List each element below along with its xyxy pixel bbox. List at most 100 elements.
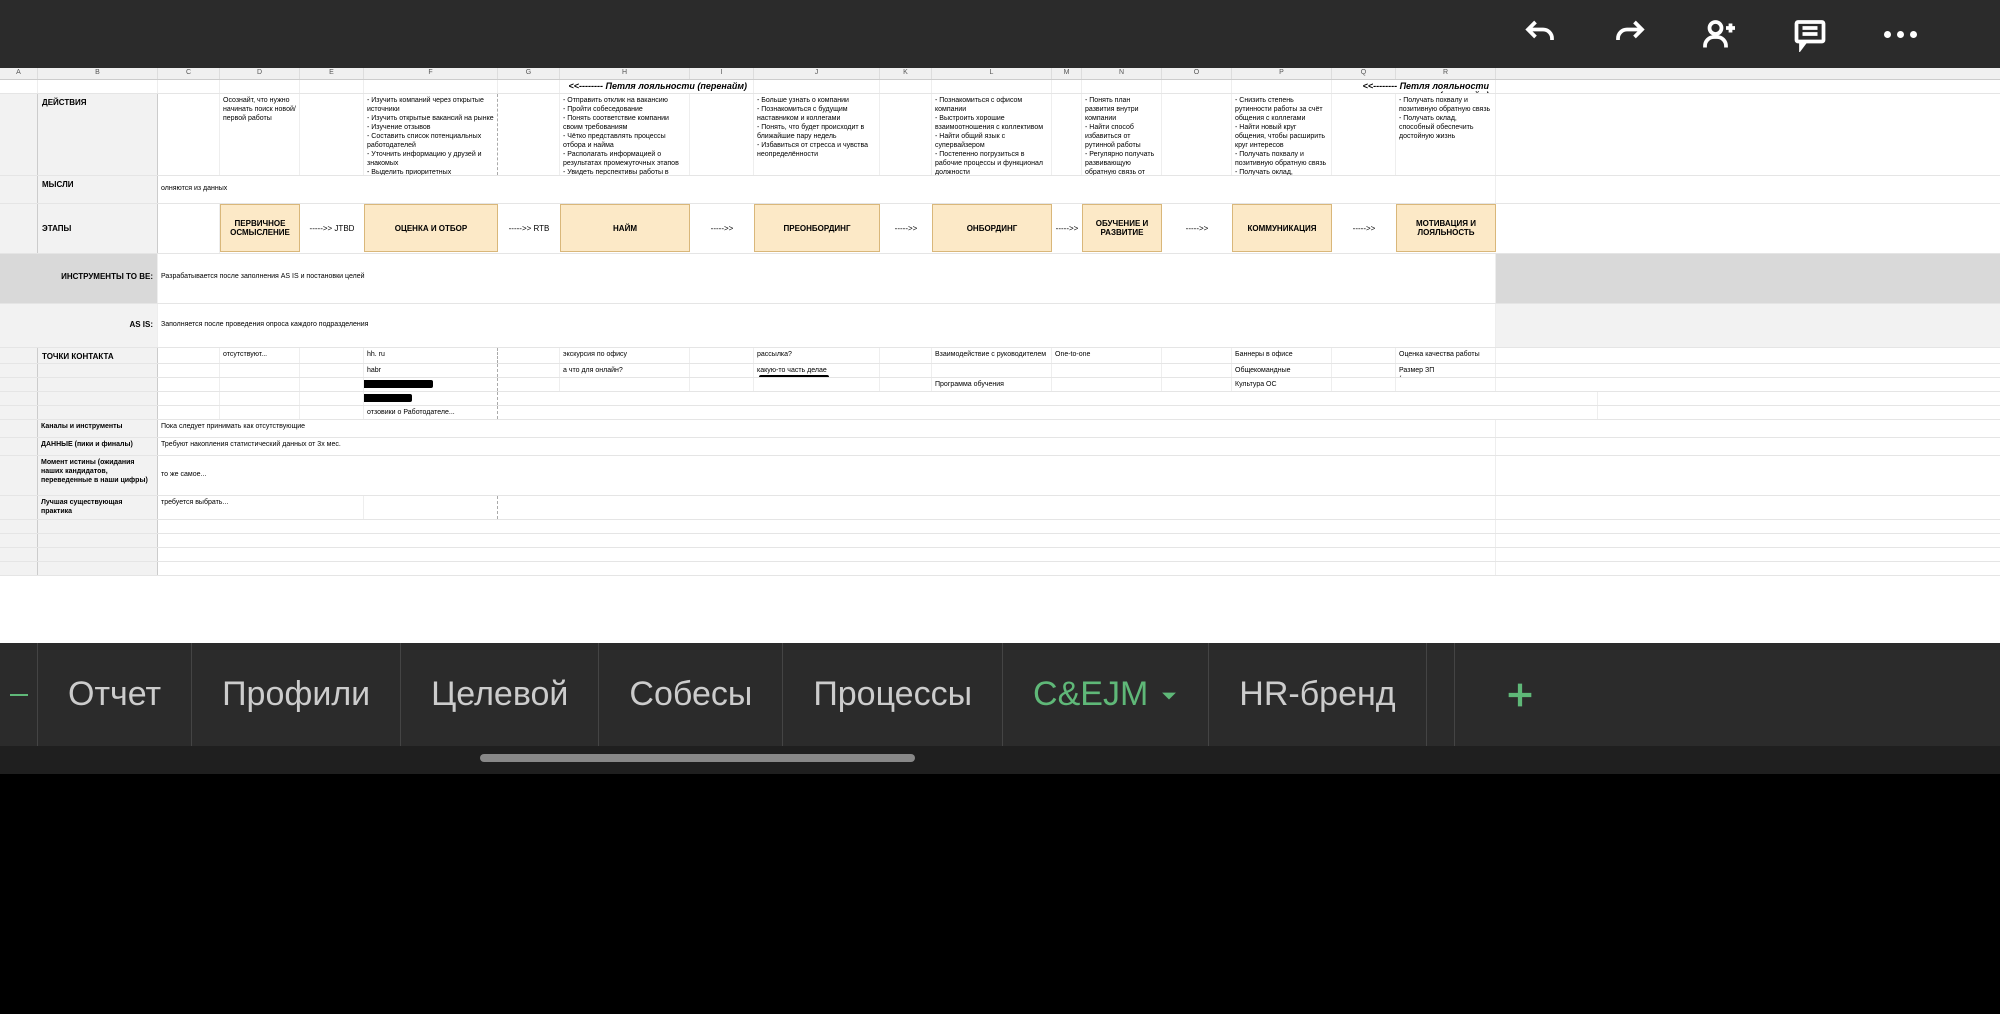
- row-label-best: Лучшая существующая практика: [38, 496, 158, 519]
- scroll-thumb[interactable]: [480, 754, 915, 762]
- cell[interactable]: Взаимодействие с руководителем: [932, 348, 1052, 363]
- col-header[interactable]: A: [0, 68, 38, 79]
- col-header[interactable]: H: [560, 68, 690, 79]
- cell[interactable]: Осознайт, что нужно начинать поиск новой…: [220, 94, 300, 175]
- cell[interactable]: Баннеры в офисе: [1232, 348, 1332, 363]
- comment-button[interactable]: [1790, 14, 1830, 54]
- tab-blank[interactable]: [1427, 643, 1455, 746]
- col-header[interactable]: R: [1396, 68, 1496, 79]
- tab-cejm[interactable]: C&EJM: [1003, 643, 1209, 746]
- more-button[interactable]: [1880, 14, 1920, 54]
- cell[interactable]: Заполняется после проведения опроса кажд…: [158, 304, 1496, 347]
- col-header[interactable]: I: [690, 68, 754, 79]
- cell[interactable]: [364, 392, 498, 405]
- arrow: ----->>: [880, 204, 932, 252]
- cell[interactable]: а что для онлайн?: [560, 364, 690, 377]
- redo-icon: [1612, 16, 1648, 52]
- cell[interactable]: - Познакомиться с офисом компании - Выст…: [932, 94, 1052, 175]
- col-header[interactable]: K: [880, 68, 932, 79]
- col-header[interactable]: O: [1162, 68, 1232, 79]
- cell[interactable]: олняются из данных: [158, 176, 1496, 203]
- row-label-thoughts: МЫСЛИ: [38, 176, 158, 203]
- cell[interactable]: отзовики о Работодателе...: [364, 406, 498, 419]
- col-header[interactable]: J: [754, 68, 880, 79]
- cell[interactable]: habr: [364, 364, 498, 377]
- plus-icon: [1503, 678, 1537, 712]
- tab-hrbrand[interactable]: HR-бренд: [1209, 643, 1426, 746]
- row-label-moment: Момент истины (ожидания наших кандидатов…: [38, 456, 158, 495]
- add-sheet-button[interactable]: [1455, 643, 1585, 746]
- sheet-tabs: Отчет Профили Целевой Собесы Процессы C&…: [0, 643, 2000, 746]
- col-header[interactable]: P: [1232, 68, 1332, 79]
- cell[interactable]: - Снизить степень рутинности работы за с…: [1232, 94, 1332, 175]
- cell[interactable]: Программа обучения: [932, 378, 1052, 391]
- cell[interactable]: Разрабатывается после заполнения AS IS и…: [158, 254, 1496, 303]
- col-header[interactable]: M: [1052, 68, 1082, 79]
- letterbox: [0, 774, 2000, 1014]
- cell[interactable]: Пока следует принимать как отсутствующие: [158, 420, 1496, 437]
- row-label-channels: Каналы и инструменты: [38, 420, 158, 437]
- cell[interactable]: рассылка?: [754, 348, 880, 363]
- cell[interactable]: какую-то часть делае: [754, 364, 880, 377]
- stage-box[interactable]: КОММУНИКАЦИЯ: [1232, 204, 1332, 252]
- col-header[interactable]: C: [158, 68, 220, 79]
- person-add-icon: [1702, 16, 1738, 52]
- stage-box[interactable]: ПЕРВИЧНОЕ ОСМЫСЛЕНИЕ: [220, 204, 300, 252]
- share-button[interactable]: [1700, 14, 1740, 54]
- cell[interactable]: Требуют накопления статистический данных…: [158, 438, 1496, 455]
- loop-label: <<-------- Петля лояльности (перенайм): [560, 80, 754, 93]
- col-header[interactable]: N: [1082, 68, 1162, 79]
- stage-box[interactable]: ОНБОРДИНГ: [932, 204, 1052, 252]
- cell[interactable]: - Понять план развития внутри компании -…: [1082, 94, 1162, 175]
- cell[interactable]: [364, 378, 498, 391]
- stage-box[interactable]: ПРЕОНБОРДИНГ: [754, 204, 880, 252]
- loop-label: <<-------- Петля лояльности (перенайм): [1332, 80, 1496, 93]
- more-icon: [1884, 31, 1917, 38]
- tabs-menu-button[interactable]: [0, 643, 38, 746]
- arrow: ----->>: [1162, 204, 1232, 252]
- col-header[interactable]: G: [498, 68, 560, 79]
- cell[interactable]: - Отправить отклик на вакансию - Пройти …: [560, 94, 690, 175]
- col-header[interactable]: D: [220, 68, 300, 79]
- cell[interactable]: - Получать похвалу и позитивную обратную…: [1396, 94, 1496, 175]
- cell[interactable]: Культура ОС: [1232, 378, 1332, 391]
- cell[interactable]: - Изучить компаний через открытые источн…: [364, 94, 498, 175]
- tab-label: C&EJM: [1033, 675, 1148, 714]
- col-header[interactable]: E: [300, 68, 364, 79]
- stage-box[interactable]: НАЙМ: [560, 204, 690, 252]
- stage-box[interactable]: МОТИВАЦИЯ И ЛОЯЛЬНОСТЬ: [1396, 204, 1496, 252]
- redacted: [364, 394, 412, 402]
- col-header[interactable]: B: [38, 68, 158, 79]
- tab-profiles[interactable]: Профили: [192, 643, 401, 746]
- cell[interactable]: то же самое...: [158, 456, 1496, 495]
- col-header[interactable]: F: [364, 68, 498, 79]
- cell[interactable]: Общекомандные мероприятия: [1232, 364, 1332, 377]
- col-header[interactable]: L: [932, 68, 1052, 79]
- undo-button[interactable]: [1520, 14, 1560, 54]
- top-toolbar: [0, 0, 2000, 68]
- stage-box[interactable]: ОБУЧЕНИЕ И РАЗВИТИЕ: [1082, 204, 1162, 252]
- cell[interactable]: отсутствуют...: [220, 348, 300, 363]
- tab-interviews[interactable]: Собесы: [599, 643, 783, 746]
- cell[interactable]: One-to-one: [1052, 348, 1162, 363]
- tab-processes[interactable]: Процессы: [783, 643, 1003, 746]
- tab-target[interactable]: Целевой: [401, 643, 599, 746]
- cell[interactable]: - Больше узнать о компании - Познакомить…: [754, 94, 880, 175]
- column-headers: A B C D E F G H I J K L M N O P Q R: [0, 68, 2000, 80]
- row-label-touchpoints: ТОЧКИ КОНТАКТА: [38, 348, 158, 363]
- tab-report[interactable]: Отчет: [38, 643, 192, 746]
- arrow: ----->> RTB: [498, 204, 560, 252]
- cell[interactable]: Размер ЗП (своевременность: [1396, 364, 1496, 377]
- cell[interactable]: hh. ru: [364, 348, 498, 363]
- stage-box[interactable]: ОЦЕНКА И ОТБОР: [364, 204, 498, 252]
- cell[interactable]: требуется выбрать...: [158, 496, 364, 519]
- horizontal-scrollbar[interactable]: [0, 746, 2000, 774]
- sheet-body[interactable]: <<-------- Петля лояльности (перенайм) <…: [0, 80, 2000, 643]
- spreadsheet[interactable]: A B C D E F G H I J K L M N O P Q R <<--…: [0, 68, 2000, 643]
- col-header[interactable]: Q: [1332, 68, 1396, 79]
- cell[interactable]: Оценка качества работы: [1396, 348, 1496, 363]
- cell[interactable]: экскурсия по офису: [560, 348, 690, 363]
- chevron-down-icon: [1160, 675, 1178, 714]
- redo-button[interactable]: [1610, 14, 1650, 54]
- redacted: [364, 380, 433, 388]
